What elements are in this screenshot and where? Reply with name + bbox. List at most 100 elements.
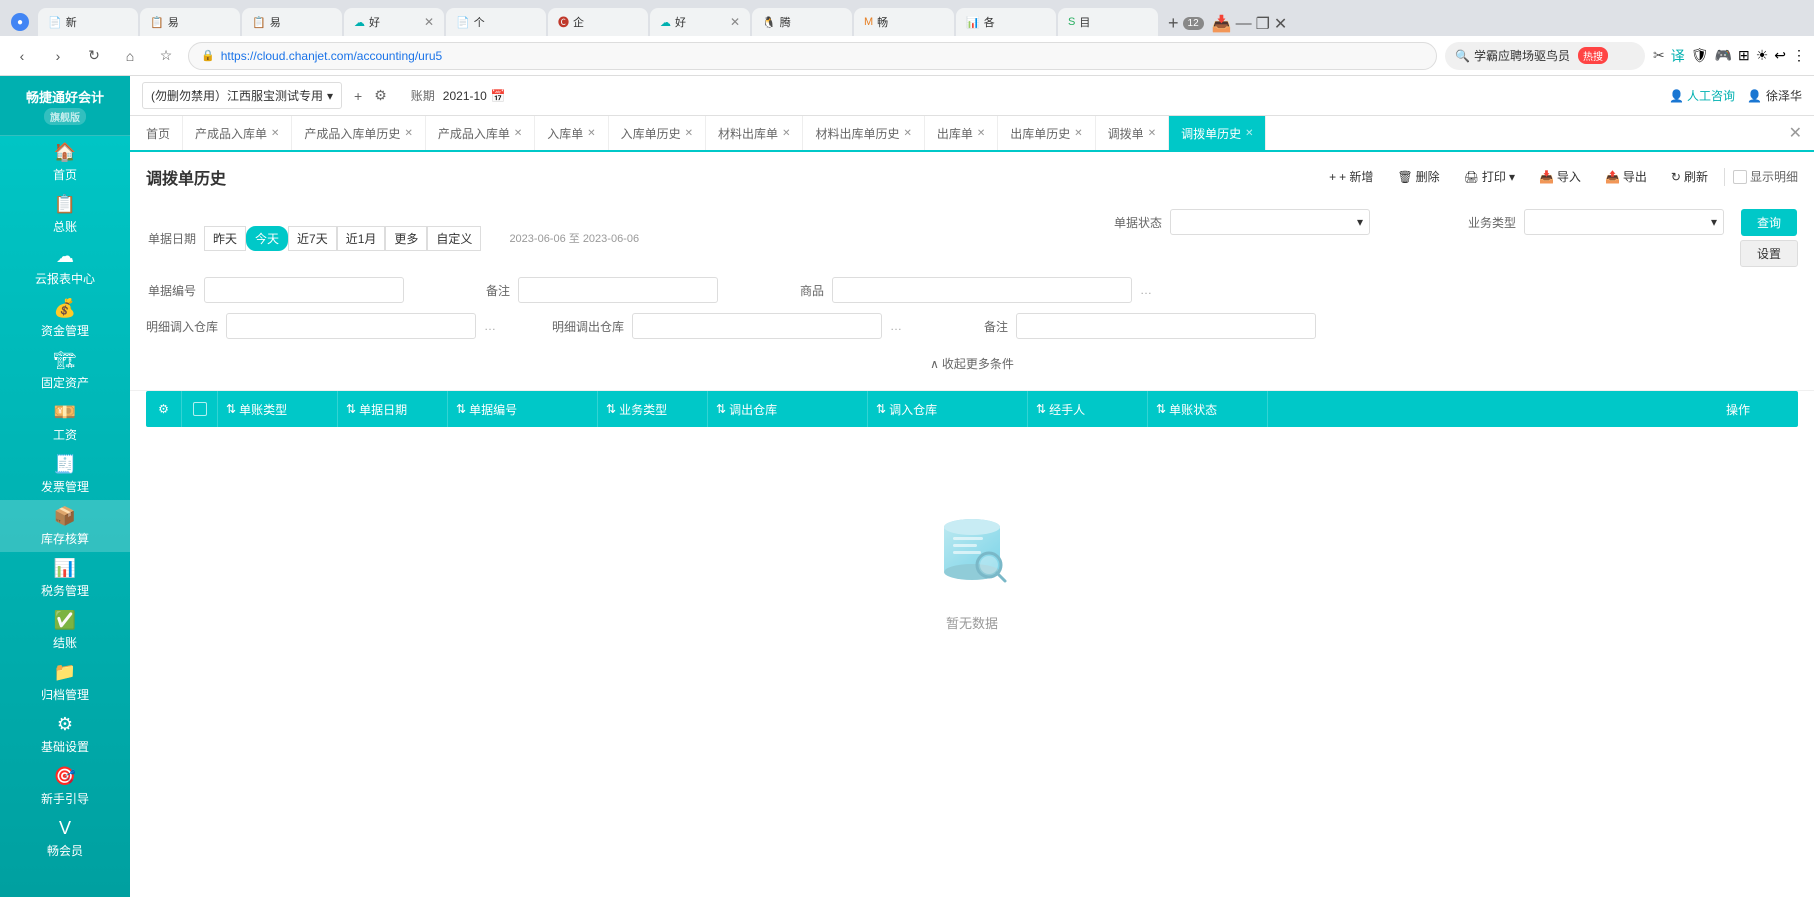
- th-status[interactable]: ⇅ 单账状态: [1148, 391, 1268, 427]
- browser-tab-8[interactable]: 🐧 腾: [752, 8, 852, 36]
- query-button[interactable]: 查询: [1741, 209, 1797, 236]
- extension-icon-2[interactable]: 🎮: [1715, 47, 1732, 64]
- browser-tab-6[interactable]: 🅒 企: [548, 8, 648, 36]
- browser-tab-1[interactable]: 📄 新: [38, 8, 138, 36]
- note2-input[interactable]: [1016, 313, 1316, 339]
- browser-tab-7[interactable]: ☁ 好 ✕: [650, 8, 750, 36]
- tab-material-out-history-close[interactable]: ✕: [903, 128, 911, 139]
- sidebar-item-salary[interactable]: 💴 工资: [0, 396, 130, 448]
- date-1month-button[interactable]: 近1月: [337, 226, 386, 251]
- bookmark-button[interactable]: ☆: [152, 42, 180, 70]
- date-7days-button[interactable]: 近7天: [288, 226, 337, 251]
- sidebar-item-inventory[interactable]: 📦 库存核算: [0, 500, 130, 552]
- th-person[interactable]: ⇅ 经手人: [1028, 391, 1148, 427]
- theme-icon[interactable]: ☀: [1756, 47, 1769, 64]
- tab-product-in-history[interactable]: 产成品入库单历史 ✕: [292, 116, 425, 151]
- tab-close-7[interactable]: ✕: [730, 15, 740, 29]
- browser-tab-3[interactable]: 📋 易: [242, 8, 342, 36]
- close-all-tabs-button[interactable]: ✕: [1781, 123, 1810, 143]
- show-all-toggle[interactable]: 显示明细: [1733, 168, 1798, 185]
- detail-out-input[interactable]: [632, 313, 882, 339]
- extension-icon-1[interactable]: 🛡: [1691, 47, 1709, 64]
- sidebar-item-ledger[interactable]: 📋 总账: [0, 188, 130, 240]
- th-type[interactable]: ⇅ 单账类型: [218, 391, 338, 427]
- settings-gear-icon[interactable]: ⚙: [374, 87, 387, 104]
- print-button[interactable]: 🖨 打印 ▾: [1456, 164, 1523, 189]
- period-selector[interactable]: 2021-10 📅: [443, 89, 506, 103]
- home-button[interactable]: ⌂: [116, 42, 144, 70]
- tab-out[interactable]: 出库单 ✕: [925, 116, 998, 151]
- tab-product-in-close[interactable]: ✕: [271, 128, 279, 139]
- th-no[interactable]: ⇅ 单据编号: [448, 391, 598, 427]
- forward-button[interactable]: ›: [44, 42, 72, 70]
- close-browser-button[interactable]: ✕: [1274, 14, 1287, 34]
- sidebar-item-archive[interactable]: 📁 归档管理: [0, 656, 130, 708]
- sidebar-item-invoice[interactable]: 🧾 发票管理: [0, 448, 130, 500]
- tab-home[interactable]: 首页: [134, 116, 183, 151]
- biz-select[interactable]: ▾: [1524, 209, 1724, 235]
- tab-transfer-history[interactable]: 调拨单历史 ✕: [1169, 116, 1266, 151]
- sidebar-item-home[interactable]: 🏠 首页: [0, 136, 130, 188]
- tab-material-out-close[interactable]: ✕: [782, 128, 790, 139]
- sidebar-item-asset[interactable]: 🏗 固定资产: [0, 344, 130, 396]
- date-yesterday-button[interactable]: 昨天: [204, 226, 246, 251]
- goods-input[interactable]: [832, 277, 1132, 303]
- tab-transfer[interactable]: 调拨单 ✕: [1096, 116, 1169, 151]
- translate-icon[interactable]: 译: [1671, 46, 1685, 66]
- th-checkbox[interactable]: [182, 391, 218, 427]
- import-button[interactable]: 📥 导入: [1531, 164, 1589, 189]
- no-input[interactable]: [204, 277, 404, 303]
- add-company-button[interactable]: +: [354, 88, 362, 104]
- sidebar-item-member[interactable]: V 畅会员: [0, 812, 130, 864]
- new-tab-button[interactable]: +: [1168, 13, 1179, 34]
- sidebar-item-tax[interactable]: 📊 税务管理: [0, 552, 130, 604]
- detail-out-more-icon[interactable]: …: [890, 319, 902, 333]
- refresh-button[interactable]: ↻ 刷新: [1663, 164, 1716, 189]
- export-button[interactable]: 📤 导出: [1597, 164, 1655, 189]
- service-button[interactable]: 👤 人工咨询: [1669, 87, 1735, 104]
- status-select[interactable]: ▾: [1170, 209, 1370, 235]
- settings-button[interactable]: 设置: [1740, 240, 1798, 267]
- delete-button[interactable]: 🗑 删除: [1389, 164, 1447, 189]
- tab-out-close[interactable]: ✕: [977, 128, 985, 139]
- tab-material-out-history[interactable]: 材料出库单历史 ✕: [803, 116, 924, 151]
- collapse-button[interactable]: ∧ 收起更多条件: [930, 355, 1014, 372]
- menu-icon[interactable]: ⋮: [1792, 47, 1806, 64]
- th-biz[interactable]: ⇅ 业务类型: [598, 391, 708, 427]
- tab-transfer-history-close[interactable]: ✕: [1245, 128, 1253, 139]
- tab-product-in-history-close[interactable]: ✕: [404, 128, 412, 139]
- show-all-checkbox[interactable]: [1733, 170, 1747, 184]
- header-checkbox[interactable]: [193, 402, 207, 416]
- grid-icon[interactable]: ⊞: [1738, 47, 1750, 64]
- address-bar[interactable]: 🔒 https://cloud.chanjet.com/accounting/u…: [188, 42, 1437, 70]
- note-input[interactable]: [518, 277, 718, 303]
- goods-more-icon[interactable]: …: [1140, 283, 1152, 297]
- sidebar-item-fund[interactable]: 💰 资金管理: [0, 292, 130, 344]
- tab-out-history-close[interactable]: ✕: [1074, 128, 1082, 139]
- tab-stock-in-history-close[interactable]: ✕: [685, 128, 693, 139]
- th-out[interactable]: ⇅ 调出仓库: [708, 391, 868, 427]
- th-gear[interactable]: ⚙: [146, 391, 182, 427]
- browser-tab-5[interactable]: 📄 个: [446, 8, 546, 36]
- search-bar[interactable]: 🔍 学霸应聘场驱鸟员 热搜: [1445, 42, 1645, 70]
- date-custom-button[interactable]: 自定义: [427, 226, 481, 251]
- th-date[interactable]: ⇅ 单据日期: [338, 391, 448, 427]
- tab-product-in[interactable]: 产成品入库单 ✕: [183, 116, 292, 151]
- tab-transfer-close[interactable]: ✕: [1148, 128, 1156, 139]
- tab-stock-in-close[interactable]: ✕: [587, 128, 595, 139]
- detail-in-more-icon[interactable]: …: [484, 319, 496, 333]
- browser-tab-11[interactable]: S 目: [1058, 8, 1158, 36]
- browser-tab-2[interactable]: 📋 易: [140, 8, 240, 36]
- sidebar-item-report[interactable]: ☁ 云报表中心: [0, 240, 130, 292]
- detail-in-input[interactable]: [226, 313, 476, 339]
- tab-product-in-2-close[interactable]: ✕: [514, 128, 522, 139]
- tab-out-history[interactable]: 出库单历史 ✕: [998, 116, 1095, 151]
- tab-stock-in[interactable]: 入库单 ✕: [535, 116, 608, 151]
- browser-tab-4[interactable]: ☁ 好 ✕: [344, 8, 444, 36]
- date-more-button[interactable]: 更多: [385, 226, 427, 251]
- date-today-button[interactable]: 今天: [246, 226, 288, 251]
- sidebar-item-settings[interactable]: ⚙ 基础设置: [0, 708, 130, 760]
- new-button[interactable]: + + 新增: [1321, 164, 1381, 189]
- reload-button[interactable]: ↻: [80, 42, 108, 70]
- sidebar-item-guide[interactable]: 🎯 新手引导: [0, 760, 130, 812]
